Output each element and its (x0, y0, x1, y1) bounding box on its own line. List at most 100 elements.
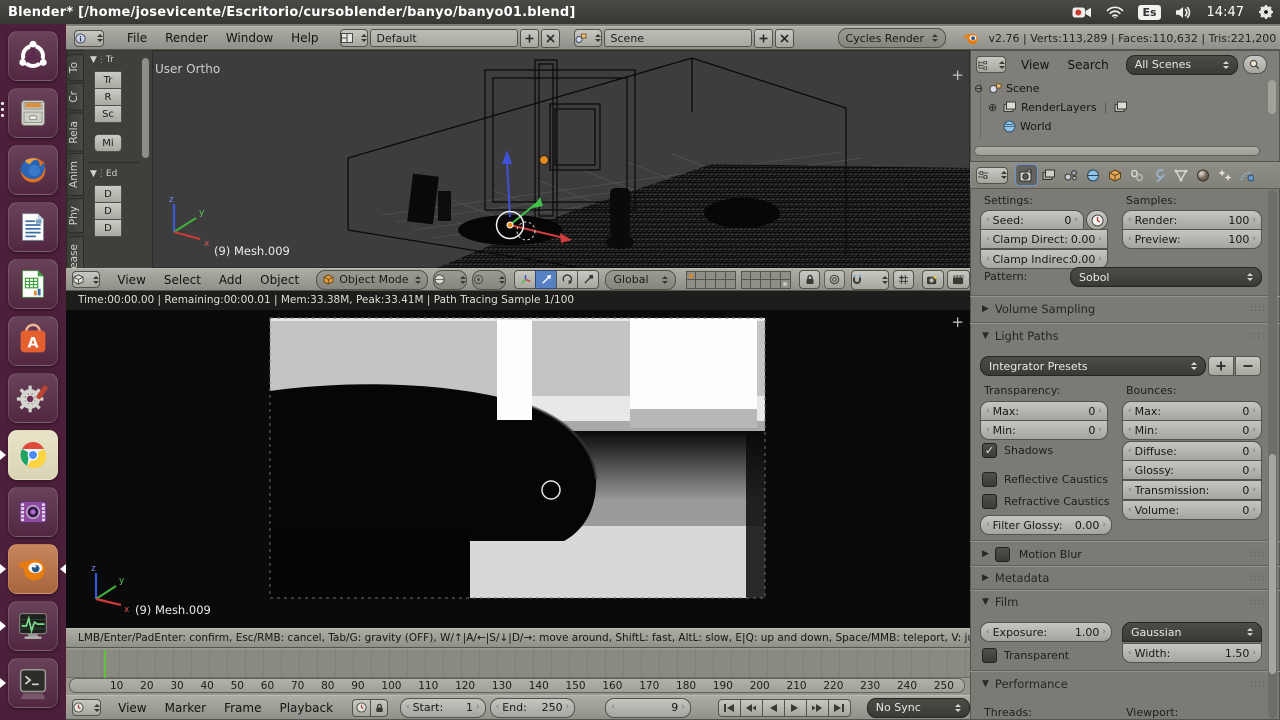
lock-time-icon[interactable] (370, 698, 388, 717)
integrator-presets-selector[interactable]: Integrator Presets (980, 356, 1206, 376)
region-expand-icon[interactable]: + (951, 315, 964, 330)
frame-start-field[interactable]: ‹ Start: 1 › (399, 697, 486, 718)
session-gear-icon[interactable] (1258, 4, 1274, 20)
dock-item-libreoffice-writer[interactable] (8, 202, 58, 252)
properties-scrollbar-track[interactable] (1268, 190, 1277, 718)
jump-next-keyframe-button[interactable] (805, 698, 829, 717)
expand-icon[interactable]: ⊕ (988, 101, 1001, 114)
outliner-row-world[interactable]: World (988, 117, 1052, 135)
snap-element-icon[interactable] (892, 270, 914, 289)
reflective-caustics-checkbox[interactable]: Reflective Caustics (982, 472, 1108, 487)
transform-orientation-selector[interactable]: Global (605, 269, 677, 290)
proportional-edit-icon[interactable] (823, 270, 845, 289)
section-film[interactable]: ▼ Film (982, 593, 1018, 611)
timeline-menu-item[interactable]: Playback (270, 701, 342, 715)
transparency-max-field[interactable]: ‹ Max: 0 › (980, 401, 1108, 421)
exposure-field[interactable]: ‹ Exposure: 1.00 › (980, 622, 1112, 642)
dock-item-software-center[interactable]: A (8, 316, 58, 366)
jump-to-start-button[interactable] (717, 698, 741, 717)
tool-shelf-tab[interactable]: Grease (66, 235, 84, 268)
timeline-menu-item[interactable]: Marker (156, 701, 215, 715)
screen-layout-icon[interactable] (339, 29, 368, 47)
shelf-button[interactable]: D (94, 202, 122, 220)
timeline-scrollbar[interactable]: 10 20 30 40 50 60 70 80 90 100 110 120 130 140 150 160 1… (69, 678, 965, 693)
add-preset-button[interactable] (1208, 356, 1234, 376)
remove-preset-button[interactable] (1235, 356, 1261, 376)
refractive-caustics-checkbox[interactable]: Refractive Caustics (982, 494, 1110, 509)
mode-selector[interactable]: Object Mode (316, 269, 429, 290)
transparency-min-field[interactable]: ‹ Min: 0 › (980, 420, 1108, 440)
opengl-render-image-icon[interactable] (921, 270, 945, 289)
info-menu-item[interactable]: File (118, 31, 156, 45)
dock-item-terminal[interactable] (8, 658, 58, 708)
search-icon[interactable] (1242, 55, 1267, 74)
tab-render[interactable] (1015, 164, 1038, 186)
renderlayer-badge-icon[interactable] (1114, 101, 1128, 113)
tool-shelf-tab[interactable]: Anim (66, 153, 84, 197)
region-expand-icon[interactable]: + (951, 68, 964, 83)
opengl-render-animation-icon[interactable] (947, 270, 971, 289)
tool-shelf-tab[interactable]: Rela (66, 112, 84, 152)
sync-mode-selector[interactable]: No Sync (866, 697, 971, 718)
lock-to-scene-icon[interactable] (799, 270, 820, 289)
jump-to-end-button[interactable] (827, 698, 851, 717)
section-light-paths[interactable]: ▼ Light Paths (982, 327, 1059, 345)
editor-type-button-info[interactable]: i (74, 29, 104, 47)
outliner-hscrollbar[interactable] (974, 146, 1260, 156)
bounces-min-field[interactable]: ‹ Min: 0 › (1122, 420, 1262, 440)
shelf-button[interactable]: R (94, 88, 122, 106)
delete-scene-button[interactable] (774, 28, 794, 48)
samples-render-field[interactable]: ‹ Render: 100 › (1122, 210, 1262, 230)
info-menu-item[interactable]: Render (156, 31, 217, 45)
viewport-3d[interactable]: z y x User Ortho (9) Mesh.009 + To Cr Rela An… (66, 50, 970, 268)
dock-item-files[interactable] (8, 88, 58, 138)
dock-item-firefox[interactable] (8, 145, 58, 195)
animated-seed-clock-icon[interactable] (1086, 210, 1108, 230)
shelf-panel-header-edit[interactable]: ▼⋮Ed (90, 169, 117, 179)
jump-prev-keyframe-button[interactable] (739, 698, 763, 717)
shelf-button[interactable]: D (94, 219, 122, 237)
section-volume-sampling[interactable]: ▶ Volume Sampling (982, 300, 1095, 318)
shelf-button-mirror[interactable]: Mi (94, 134, 122, 152)
seed-field[interactable]: ‹ Seed: 0 › (980, 210, 1084, 230)
bounces-glossy-field[interactable]: ‹ Glossy: 0 › (1122, 460, 1262, 480)
film-width-field[interactable]: ‹ Width: 1.50 › (1122, 643, 1262, 663)
timeline-menu-item[interactable]: View (109, 701, 155, 715)
render-viewport[interactable]: Time:00:00.00 | Remaining:00:00.01 | Mem… (66, 291, 970, 628)
shelf-panel-header-transform[interactable]: ▼⋮Tr (90, 55, 114, 65)
manipulator-rotate-button[interactable] (556, 270, 579, 289)
tab-render-layers[interactable] (1038, 165, 1059, 185)
outliner-vscrollbar[interactable] (1268, 80, 1276, 114)
bounces-transmission-field[interactable]: ‹ Transmission: 0 › (1122, 480, 1262, 500)
bounces-max-field[interactable]: ‹ Max: 0 › (1122, 401, 1262, 421)
shelf-button[interactable]: D (94, 185, 122, 203)
tab-world[interactable] (1082, 165, 1103, 185)
play-button[interactable] (783, 698, 807, 717)
render-engine-selector[interactable]: Cycles Render (837, 28, 946, 48)
outliner-row-scene[interactable]: ⊖ Scene (974, 79, 1040, 97)
tab-scene[interactable] (1060, 165, 1081, 185)
filter-glossy-field[interactable]: ‹ Filter Glossy: 0.00 › (980, 515, 1112, 535)
dock-item-libreoffice-calc[interactable] (8, 259, 58, 309)
frame-end-field[interactable]: ‹ End: 250 › (489, 697, 576, 718)
shelf-button[interactable]: Tr (94, 71, 122, 89)
use-preview-range-icon[interactable] (352, 698, 372, 717)
viewport-menu-item[interactable]: View (108, 273, 154, 287)
pivot-point-selector[interactable] (472, 269, 507, 290)
editor-type-button-timeline[interactable] (72, 699, 102, 716)
screen-record-icon[interactable] (1072, 6, 1092, 19)
play-reverse-button[interactable] (761, 698, 785, 717)
outliner-item-label[interactable]: Scene (1006, 82, 1040, 95)
editor-type-button-outliner[interactable] (976, 56, 1006, 73)
timeline-menu-item[interactable]: Frame (215, 701, 270, 715)
clamp-direct-field[interactable]: ‹ Clamp Direct: 0.00 › (980, 229, 1108, 249)
clock[interactable]: 14:47 (1207, 5, 1244, 20)
dock-item-system-settings[interactable] (8, 373, 58, 423)
tab-physics[interactable] (1236, 165, 1257, 185)
manipulator-scale-button[interactable] (577, 270, 600, 289)
tab-data[interactable] (1170, 165, 1191, 185)
add-layout-button[interactable] (519, 28, 539, 48)
outliner-menu-item[interactable]: View (1012, 58, 1058, 72)
delete-layout-button[interactable] (540, 28, 560, 48)
outliner-item-label[interactable]: RenderLayers (1021, 101, 1097, 114)
